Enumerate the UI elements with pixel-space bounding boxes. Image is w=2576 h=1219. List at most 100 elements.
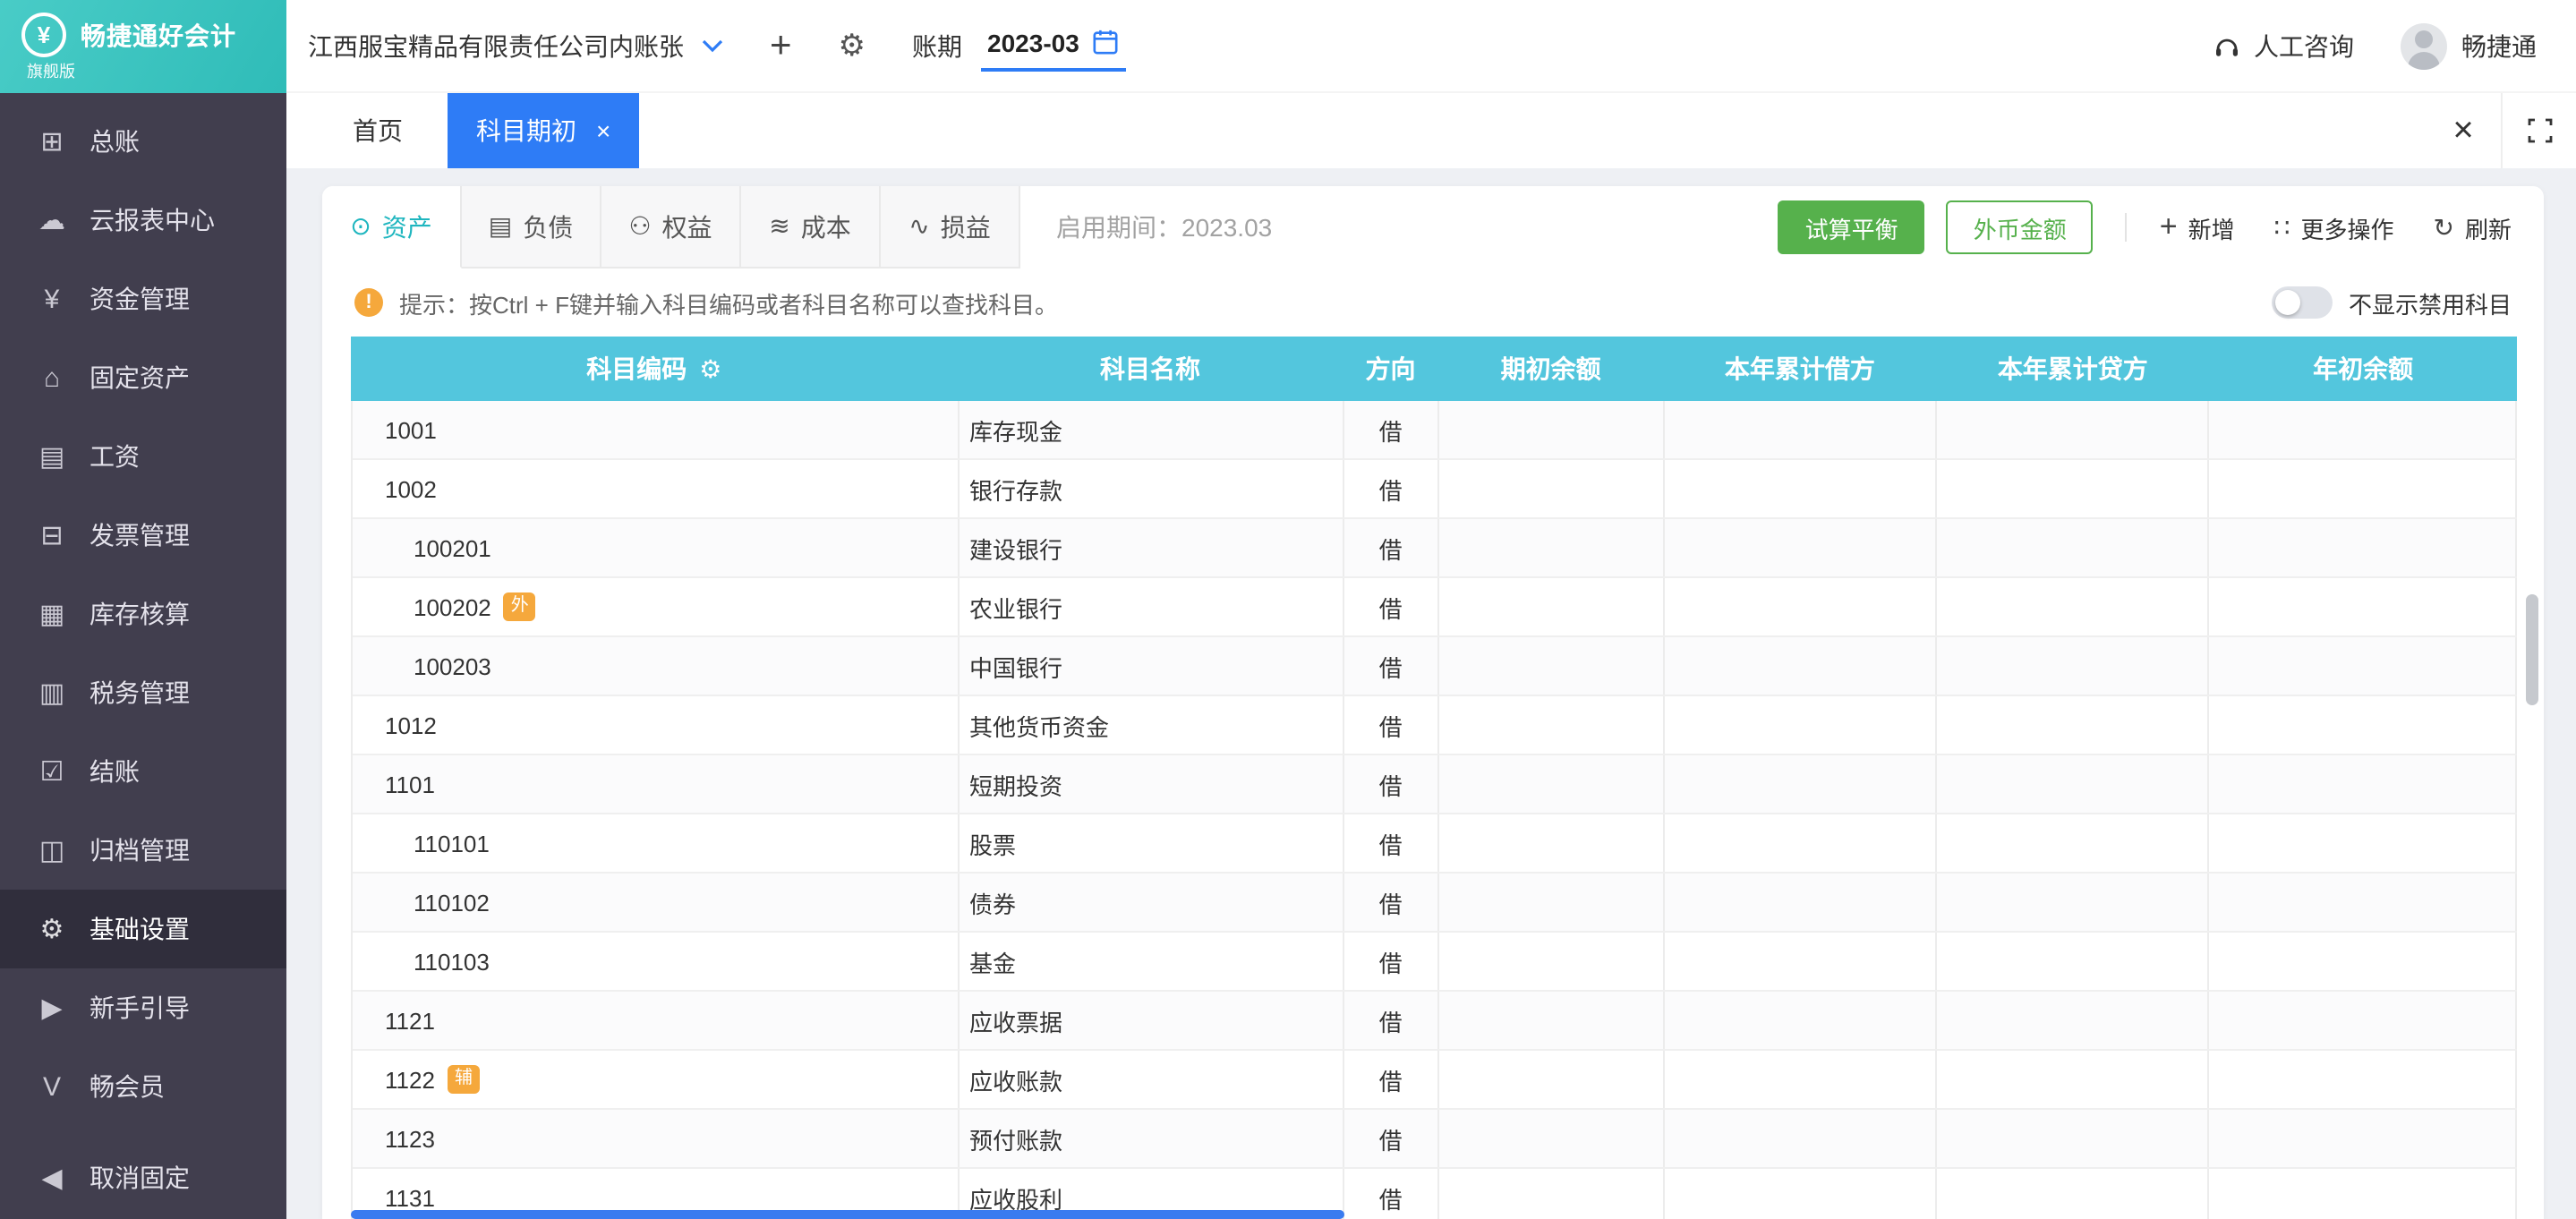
horizontal-scrollbar[interactable] <box>351 1210 1344 1219</box>
toolbar-actions: 试算平衡 外币金额 + 新增 ∷ 更多操作 ↻ 刷新 <box>1778 186 2544 269</box>
sidebar-item[interactable]: ▦ 库存核算 <box>0 575 286 653</box>
cell-code: 1123 <box>353 1110 960 1167</box>
table-row[interactable]: 110101 股票 借 <box>353 814 2517 874</box>
support-button[interactable]: 人工咨询 <box>2213 28 2354 64</box>
sidebar-unpin-button[interactable]: ◀ 取消固定 <box>0 1137 286 1219</box>
cell-ytd-debit <box>1664 814 1937 872</box>
table-row[interactable]: 1121 应收票据 借 <box>353 992 2517 1051</box>
foreign-currency-button[interactable]: 外币金额 <box>1946 200 2094 254</box>
add-account-set-icon[interactable]: + <box>770 27 792 64</box>
fullscreen-icon[interactable] <box>2501 93 2576 168</box>
settings-icon: ⚙ <box>39 915 64 945</box>
table-row[interactable]: 1012 其他货币资金 借 <box>353 696 2517 755</box>
close-tab-icon[interactable]: × <box>596 118 610 143</box>
table-row[interactable]: 100202 外 农业银行 借 <box>353 578 2517 637</box>
sidebar-item[interactable]: V 畅会员 <box>0 1047 286 1126</box>
cell-ytd-credit <box>1937 637 2210 695</box>
more-operations-button[interactable]: ∷ 更多操作 <box>2274 210 2394 244</box>
header-subject-code: 科目编码 ⚙ <box>586 354 722 384</box>
cell-year-begin-balance <box>2210 755 2517 813</box>
cell-direction: 借 <box>1343 874 1439 931</box>
category-tab[interactable]: ⚇ 权益 <box>601 186 741 269</box>
category-tab[interactable]: ≋ 成本 <box>741 186 881 269</box>
cell-year-begin-balance <box>2210 814 2517 872</box>
category-tab[interactable]: ∿ 损益 <box>881 186 1020 269</box>
cell-name: 银行存款 <box>959 460 1344 517</box>
cell-direction: 借 <box>1343 401 1439 458</box>
user-menu[interactable]: 畅捷通 <box>2401 22 2537 69</box>
cell-direction: 借 <box>1343 933 1439 990</box>
asset-icon: ⊙ <box>350 211 371 240</box>
trial-balance-button[interactable]: 试算平衡 <box>1778 200 1925 254</box>
cell-opening-balance <box>1439 992 1665 1049</box>
period-picker[interactable]: 2023-03 <box>980 21 1126 71</box>
table-row[interactable]: 1122 辅 应收账款 借 <box>353 1051 2517 1110</box>
cell-ytd-credit <box>1937 401 2210 458</box>
funds-icon: ¥ <box>44 284 60 314</box>
table-row[interactable]: 100203 中国银行 借 <box>353 637 2517 696</box>
vertical-scrollbar[interactable] <box>2526 594 2538 705</box>
toggle-track[interactable] <box>2271 286 2333 319</box>
toggle-knob <box>2274 290 2300 315</box>
table-row[interactable]: 1101 短期投资 借 <box>353 755 2517 814</box>
guide-icon: ▶ <box>41 993 63 1024</box>
cell-direction: 借 <box>1343 696 1439 754</box>
cell-direction: 借 <box>1343 992 1439 1049</box>
refresh-button[interactable]: ↻ 刷新 <box>2434 210 2512 244</box>
sidebar-item[interactable]: ◫ 归档管理 <box>0 811 286 890</box>
cell-code: 1121 <box>353 992 960 1049</box>
cell-ytd-credit <box>1937 755 2210 813</box>
sidebar-item[interactable]: ⚙ 基础设置 <box>0 890 286 968</box>
cell-name: 建设银行 <box>959 519 1344 576</box>
sidebar-item[interactable]: ▶ 新手引导 <box>0 968 286 1047</box>
header-direction: 方向 <box>1365 354 1416 383</box>
header-opening-balance: 期初余额 <box>1500 354 1601 383</box>
table-row[interactable]: 1123 预付账款 借 <box>353 1110 2517 1169</box>
table-row[interactable]: 110102 债券 借 <box>353 874 2517 933</box>
cell-name: 应收账款 <box>959 1051 1344 1108</box>
sidebar-item[interactable]: ▥ 税务管理 <box>0 653 286 732</box>
column-settings-gear-icon[interactable]: ⚙ <box>699 354 721 384</box>
equity-icon: ⚇ <box>628 211 652 240</box>
cell-ytd-credit <box>1937 696 2210 754</box>
content-area: ⊙ 资产 ▤ 负债 ⚇ 权益 ≋ 成本 ∿ 损益 启用期间：2023.03 试算… <box>286 168 2576 1219</box>
company-selector[interactable]: 江西服宝精品有限责任公司内账张 <box>308 28 723 64</box>
sidebar-item[interactable]: ¥ 资金管理 <box>0 260 286 338</box>
main-area: 江西服宝精品有限责任公司内账张 + ⚙ 账期 2023-03 人工咨询 畅捷通 … <box>286 0 2576 1219</box>
hide-disabled-toggle[interactable]: 不显示禁用科目 <box>2271 286 2512 320</box>
close-all-tabs-icon[interactable]: × <box>2426 93 2501 168</box>
sidebar-item[interactable]: ☁ 云报表中心 <box>0 181 286 260</box>
cell-direction: 借 <box>1343 755 1439 813</box>
cell-opening-balance <box>1439 933 1665 990</box>
table-row[interactable]: 1001 库存现金 借 <box>353 401 2517 460</box>
category-tab[interactable]: ⊙ 资产 <box>322 186 462 269</box>
table-row[interactable]: 100201 建设银行 借 <box>353 519 2517 578</box>
add-button[interactable]: + 新增 <box>2160 210 2235 244</box>
cell-ytd-debit <box>1664 755 1937 813</box>
cell-ytd-debit <box>1664 460 1937 517</box>
avatar <box>2401 22 2447 69</box>
sidebar-item[interactable]: ⊞ 总账 <box>0 102 286 181</box>
account-settings-gear-icon[interactable]: ⚙ <box>839 30 866 61</box>
category-tab[interactable]: ▤ 负债 <box>462 186 601 269</box>
panel-toolbar: ⊙ 资产 ▤ 负债 ⚇ 权益 ≋ 成本 ∿ 损益 启用期间：2023.03 试算… <box>322 186 2544 269</box>
cell-year-begin-balance <box>2210 1169 2517 1219</box>
cell-ytd-credit <box>1937 519 2210 576</box>
table-body: 1001 库存现金 借 1002 银行存款 借 100201 建设银行 借 10… <box>351 401 2517 1219</box>
table-row[interactable]: 1002 银行存款 借 <box>353 460 2517 519</box>
sidebar-item[interactable]: ☑ 结账 <box>0 732 286 811</box>
cell-ytd-debit <box>1664 519 1937 576</box>
sidebar-item[interactable]: ▤ 工资 <box>0 417 286 496</box>
calendar-icon <box>1093 30 1118 55</box>
row-badge: 外 <box>503 592 536 621</box>
tab-subject-initial-balance[interactable]: 科目期初 × <box>448 93 640 168</box>
cell-name: 农业银行 <box>959 578 1344 635</box>
tab-home[interactable]: 首页 <box>326 93 430 168</box>
table-row[interactable]: 110103 基金 借 <box>353 933 2517 992</box>
cell-code: 1101 <box>353 755 960 813</box>
cell-year-begin-balance <box>2210 1051 2517 1108</box>
sidebar-item[interactable]: ⊟ 发票管理 <box>0 496 286 575</box>
user-name: 畅捷通 <box>2461 31 2537 60</box>
sidebar-item[interactable]: ⌂ 固定资产 <box>0 338 286 417</box>
cell-ytd-debit <box>1664 401 1937 458</box>
